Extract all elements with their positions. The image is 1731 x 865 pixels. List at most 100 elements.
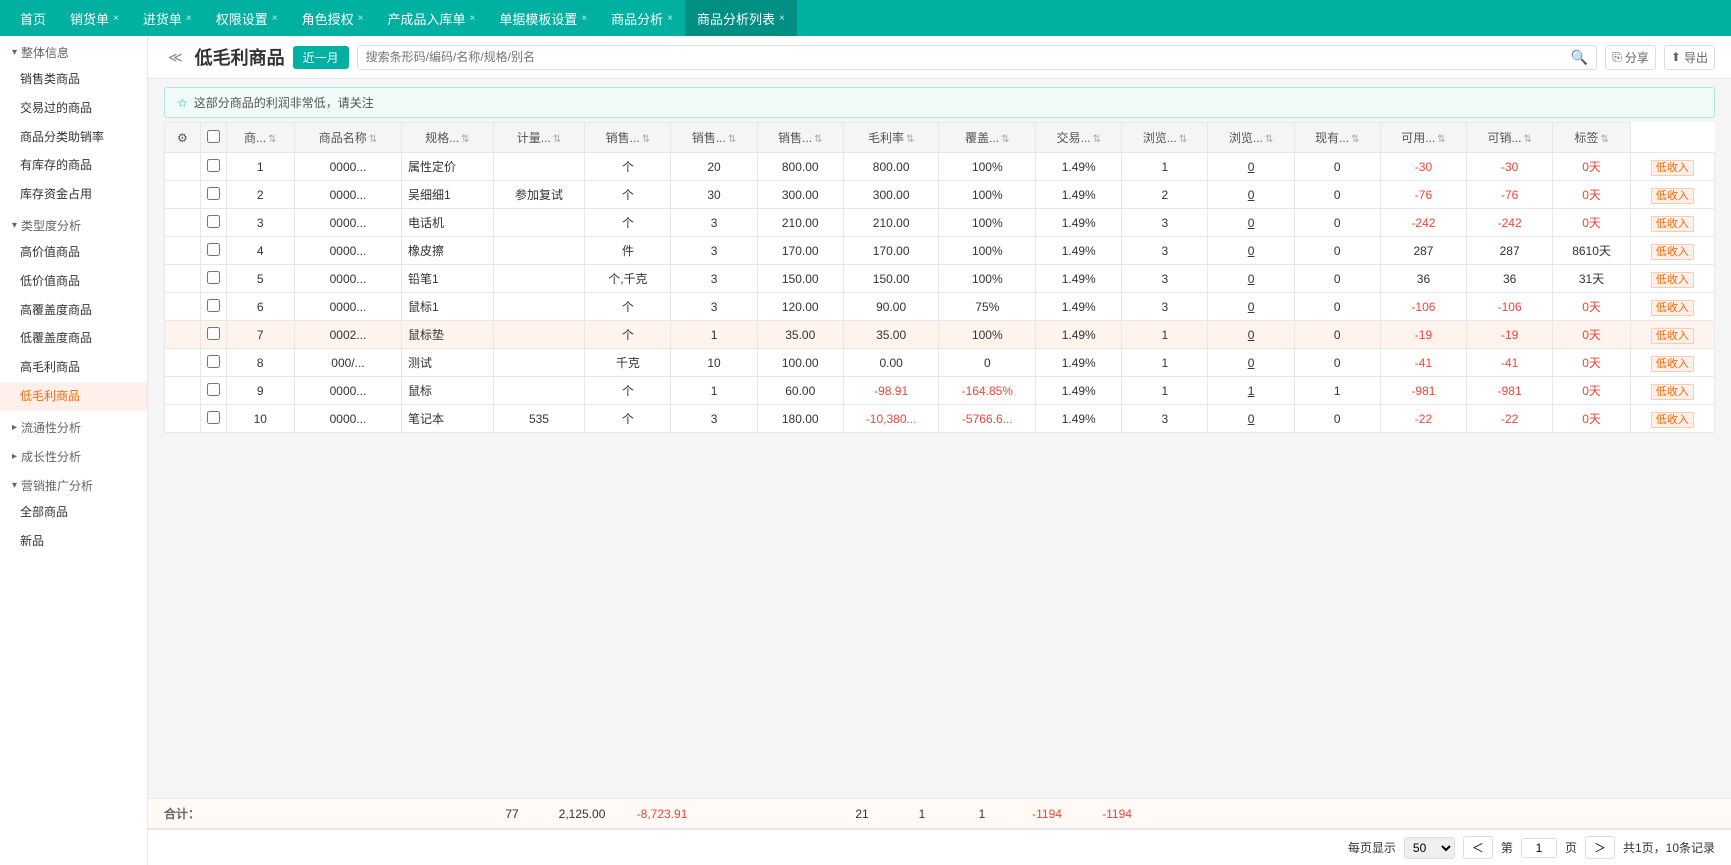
row-view1[interactable]: 0	[1208, 321, 1294, 349]
sidebar-item-low-margin[interactable]: 低毛利商品	[0, 382, 147, 411]
row-checkbox[interactable]	[200, 265, 226, 293]
code-col-header[interactable]: 商...⇅	[226, 123, 294, 153]
sidebar-item-low-value[interactable]: 低价值商品	[0, 267, 147, 296]
nav-purchase-order[interactable]: 进货单 ×	[131, 0, 204, 36]
sales-amt-col-header[interactable]: 销售...⇅	[671, 123, 757, 153]
nav-product-analysis-list[interactable]: 商品分析列表 ×	[685, 0, 797, 36]
row-select-checkbox[interactable]	[207, 271, 220, 284]
close-icon[interactable]: ×	[358, 13, 364, 24]
available-col-header[interactable]: 可用...⇅	[1380, 123, 1466, 153]
nav-template-settings[interactable]: 单据模板设置 ×	[487, 0, 599, 36]
close-icon[interactable]: ×	[272, 13, 278, 24]
sidebar-item-new-products[interactable]: 新品	[0, 527, 147, 556]
row-view1[interactable]: 0	[1208, 153, 1294, 181]
close-icon[interactable]: ×	[779, 13, 785, 24]
sidebar-item-inventory-capital[interactable]: 库存资金占用	[0, 180, 147, 209]
settings-col-header[interactable]: ⚙	[165, 123, 201, 153]
footer-view2: 1	[952, 807, 1012, 821]
sidebar-item-traded-products[interactable]: 交易过的商品	[0, 94, 147, 123]
trade-col-header[interactable]: 交易...⇅	[1036, 123, 1122, 153]
share-button[interactable]: ⎘ 分享	[1605, 45, 1656, 70]
row-select-checkbox[interactable]	[207, 355, 220, 368]
export-button[interactable]: ⬆ 导出	[1664, 45, 1715, 70]
name-col-header[interactable]: 商品名称⇅	[294, 123, 401, 153]
saleable-col-header[interactable]: 可销...⇅	[1467, 123, 1553, 153]
sidebar-group-marketing[interactable]: ▾ 营销推广分析	[0, 469, 147, 498]
row-checkbox[interactable]	[200, 237, 226, 265]
row-unit: 个	[585, 321, 671, 349]
close-icon[interactable]: ×	[186, 13, 192, 24]
row-select-checkbox[interactable]	[207, 383, 220, 396]
row-view1[interactable]: 0	[1208, 349, 1294, 377]
row-select-checkbox[interactable]	[207, 327, 220, 340]
sidebar-item-all-products[interactable]: 全部商品	[0, 498, 147, 527]
row-view1[interactable]: 0	[1208, 237, 1294, 265]
sidebar-item-high-margin[interactable]: 高毛利商品	[0, 353, 147, 382]
nav-permission[interactable]: 权限设置 ×	[204, 0, 290, 36]
nav-role-auth[interactable]: 角色授权 ×	[290, 0, 376, 36]
search-input[interactable]	[366, 50, 1571, 64]
row-view1[interactable]: 0	[1208, 405, 1294, 433]
row-view1[interactable]: 0	[1208, 293, 1294, 321]
filter-recent-month-button[interactable]: 近一月	[293, 46, 349, 69]
row-checkbox[interactable]	[200, 321, 226, 349]
view1-col-header[interactable]: 浏览...⇅	[1122, 123, 1208, 153]
select-all-checkbox[interactable]	[207, 130, 220, 143]
sidebar-group-overall[interactable]: ▾ 整体信息	[0, 36, 147, 65]
sidebar-item-category-sales-rate[interactable]: 商品分类助销率	[0, 123, 147, 152]
row-select-checkbox[interactable]	[207, 159, 220, 172]
row-checkbox[interactable]	[200, 405, 226, 433]
row-view1[interactable]: 0	[1208, 209, 1294, 237]
row-view1[interactable]: 0	[1208, 265, 1294, 293]
sidebar-group-growth[interactable]: ▸ 成长性分析	[0, 440, 147, 469]
nav-sales-order[interactable]: 销货单 ×	[58, 0, 131, 36]
gross-margin-col-header[interactable]: 毛利率⇅	[843, 123, 939, 153]
close-icon[interactable]: ×	[113, 13, 119, 24]
row-checkbox[interactable]	[200, 377, 226, 405]
row-current: 36	[1380, 265, 1466, 293]
row-checkbox[interactable]	[200, 153, 226, 181]
sidebar-item-low-coverage[interactable]: 低覆盖度商品	[0, 324, 147, 353]
view2-col-header[interactable]: 浏览...⇅	[1208, 123, 1294, 153]
page-number-input[interactable]	[1521, 838, 1557, 858]
row-coverage: 1.49%	[1036, 265, 1122, 293]
prev-page-button[interactable]: ＜	[1463, 836, 1493, 859]
current-col-header[interactable]: 现有...⇅	[1294, 123, 1380, 153]
sidebar-item-stocked-products[interactable]: 有库存的商品	[0, 151, 147, 180]
row-checkbox[interactable]	[200, 349, 226, 377]
sidebar-item-sales-products[interactable]: 销售类商品	[0, 65, 147, 94]
sidebar-item-high-coverage[interactable]: 高覆盖度商品	[0, 296, 147, 325]
row-select-checkbox[interactable]	[207, 243, 220, 256]
tag-col-header[interactable]: 标签⇅	[1553, 123, 1631, 153]
close-icon[interactable]: ×	[581, 13, 587, 24]
nav-product-warehousing[interactable]: 产成品入库单 ×	[375, 0, 487, 36]
close-icon[interactable]: ×	[667, 13, 673, 24]
row-select-checkbox[interactable]	[207, 411, 220, 424]
row-checkbox[interactable]	[200, 209, 226, 237]
row-view1[interactable]: 1	[1208, 377, 1294, 405]
row-select-checkbox[interactable]	[207, 187, 220, 200]
row-view1[interactable]: 0	[1208, 181, 1294, 209]
footer-available: -1194	[1082, 807, 1152, 821]
search-icon[interactable]: 🔍	[1571, 49, 1588, 66]
row-checkbox[interactable]	[200, 181, 226, 209]
nav-home[interactable]: 首页	[8, 0, 58, 36]
row-select-checkbox[interactable]	[207, 215, 220, 228]
spec-col-header[interactable]: 规格...⇅	[402, 123, 494, 153]
row-select-checkbox[interactable]	[207, 299, 220, 312]
per-page-select[interactable]: 50 20 100	[1404, 837, 1455, 859]
next-page-button[interactable]: ＞	[1585, 836, 1615, 859]
sales-qty-col-header[interactable]: 销售...⇅	[585, 123, 671, 153]
unit-col-header[interactable]: 计量...⇅	[493, 123, 585, 153]
collapse-sidebar-button[interactable]: ≪	[164, 49, 187, 66]
sidebar-item-high-value[interactable]: 高价值商品	[0, 238, 147, 267]
checkbox-col-header[interactable]	[200, 123, 226, 153]
sales-profit-col-header[interactable]: 销售...⇅	[757, 123, 843, 153]
row-unit: 千克	[585, 349, 671, 377]
row-checkbox[interactable]	[200, 293, 226, 321]
nav-product-analysis[interactable]: 商品分析 ×	[599, 0, 685, 36]
sidebar-group-circulation[interactable]: ▸ 流通性分析	[0, 411, 147, 440]
coverage-col-header[interactable]: 覆盖...⇅	[939, 123, 1036, 153]
sidebar-group-type-analysis[interactable]: ▾ 类型度分析	[0, 209, 147, 238]
close-icon[interactable]: ×	[469, 13, 475, 24]
